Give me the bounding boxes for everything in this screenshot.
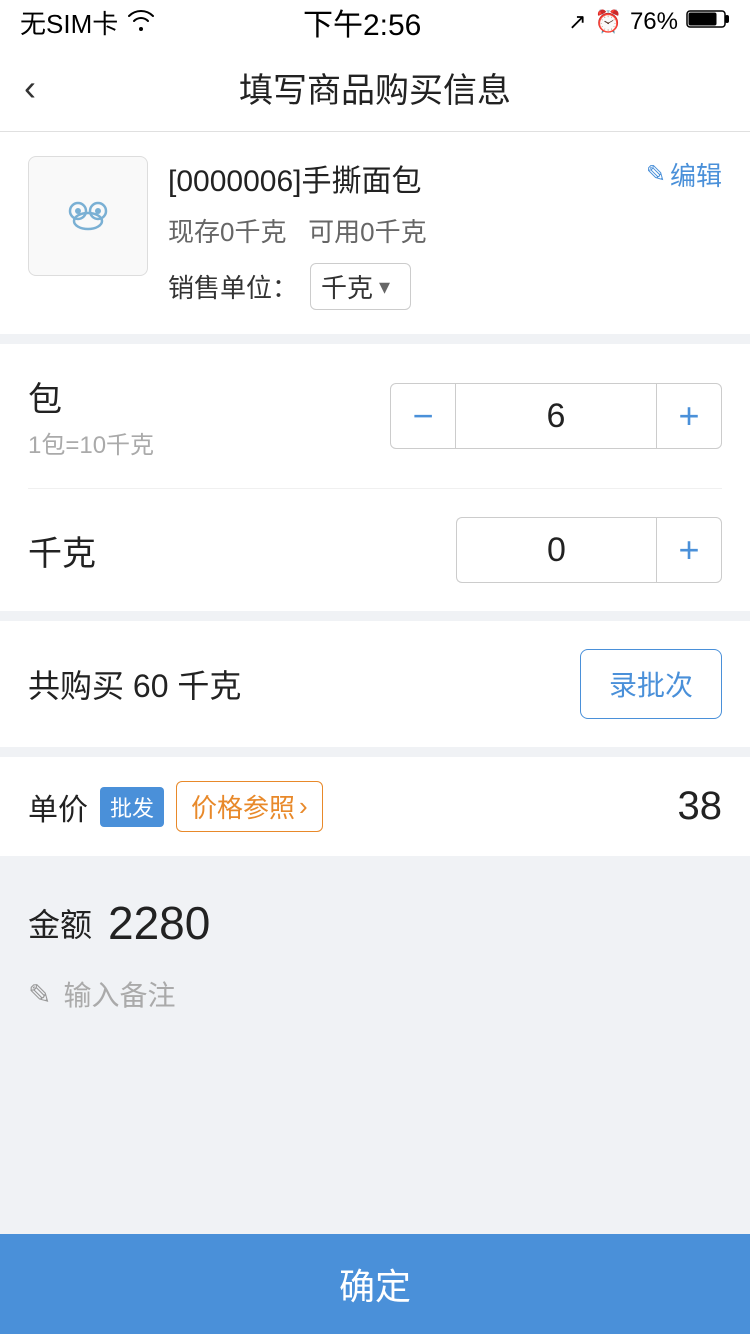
wifi-icon [126, 7, 156, 38]
kg-quantity-row: 千克 + [28, 489, 722, 611]
amount-row: 金额 2280 [28, 896, 722, 950]
kg-label: 千克 [28, 526, 96, 575]
alarm-icon: ⏰ [595, 9, 622, 35]
unit-select[interactable]: 千克 ▾ [310, 263, 411, 310]
price-left: 单价 批发 价格参照 › [28, 781, 323, 832]
status-right: ↗ ⏰ 76% [568, 8, 730, 37]
page-title: 填写商品购买信息 [239, 63, 511, 112]
kg-main-label: 千克 [28, 526, 96, 575]
product-card: [0000006]手撕面包 ✎ 编辑 现存0千克 可用0千克 销售单位： 千克 … [0, 132, 750, 344]
chevron-right-icon: › [299, 791, 308, 822]
nav-bar: ‹ 填写商品购买信息 [0, 44, 750, 132]
kg-plus-button[interactable]: + [656, 517, 722, 583]
bao-quantity-control: − + [390, 383, 722, 449]
remark-row[interactable]: ✎ 输入备注 [28, 974, 722, 1014]
price-ref-button[interactable]: 价格参照 › [176, 781, 323, 832]
bao-main-label: 包 [28, 372, 154, 421]
product-name: [0000006]手撕面包 [168, 156, 421, 200]
bao-sub-label: 1包=10千克 [28, 425, 154, 460]
battery-percent: 76% [630, 8, 678, 36]
price-section: 单价 批发 价格参照 › 38 [0, 757, 750, 866]
chevron-down-icon: ▾ [379, 274, 390, 300]
price-tag: 批发 [100, 787, 164, 827]
edit-label: 编辑 [670, 156, 722, 193]
summary-text: 共购买 60 千克 [28, 661, 241, 707]
bao-quantity-row: 包 1包=10千克 − + [28, 344, 722, 489]
confirm-bar[interactable]: 确定 [0, 1234, 750, 1334]
bao-input[interactable] [456, 383, 656, 449]
amount-value: 2280 [108, 896, 210, 950]
product-unit: 销售单位： 千克 ▾ [168, 263, 722, 310]
location-icon: ↗ [568, 9, 586, 35]
quantity-section: 包 1包=10千克 − + 千克 + [0, 344, 750, 611]
summary-section: 共购买 60 千克 录批次 [0, 621, 750, 757]
status-bar: 无SIM卡 下午2:56 ↗ ⏰ 76% [0, 0, 750, 44]
amount-label: 金额 [28, 900, 92, 946]
confirm-button[interactable]: 确定 [339, 1258, 411, 1310]
sim-text: 无SIM卡 [20, 4, 118, 41]
kg-quantity-control: + [456, 517, 722, 583]
pencil-icon: ✎ [28, 978, 51, 1011]
product-info: [0000006]手撕面包 ✎ 编辑 现存0千克 可用0千克 销售单位： 千克 … [168, 156, 722, 310]
edit-icon: ✎ [646, 160, 666, 189]
bao-plus-button[interactable]: + [656, 383, 722, 449]
amount-section: 金额 2280 ✎ 输入备注 [0, 866, 750, 1034]
kg-input[interactable] [456, 517, 656, 583]
bao-minus-button[interactable]: − [390, 383, 456, 449]
bao-label: 包 1包=10千克 [28, 372, 154, 460]
batch-button[interactable]: 录批次 [580, 649, 722, 719]
battery-icon [686, 8, 730, 37]
status-left: 无SIM卡 [20, 4, 156, 41]
back-button[interactable]: ‹ [24, 67, 36, 109]
product-image [28, 156, 148, 276]
remark-placeholder: 输入备注 [63, 974, 175, 1014]
product-stock: 现存0千克 可用0千克 [168, 212, 722, 249]
status-time: 下午2:56 [303, 0, 421, 44]
price-value: 38 [678, 784, 723, 829]
price-ref-label: 价格参照 [191, 788, 295, 825]
price-label: 单价 [28, 785, 88, 829]
edit-button[interactable]: ✎ 编辑 [646, 156, 722, 193]
